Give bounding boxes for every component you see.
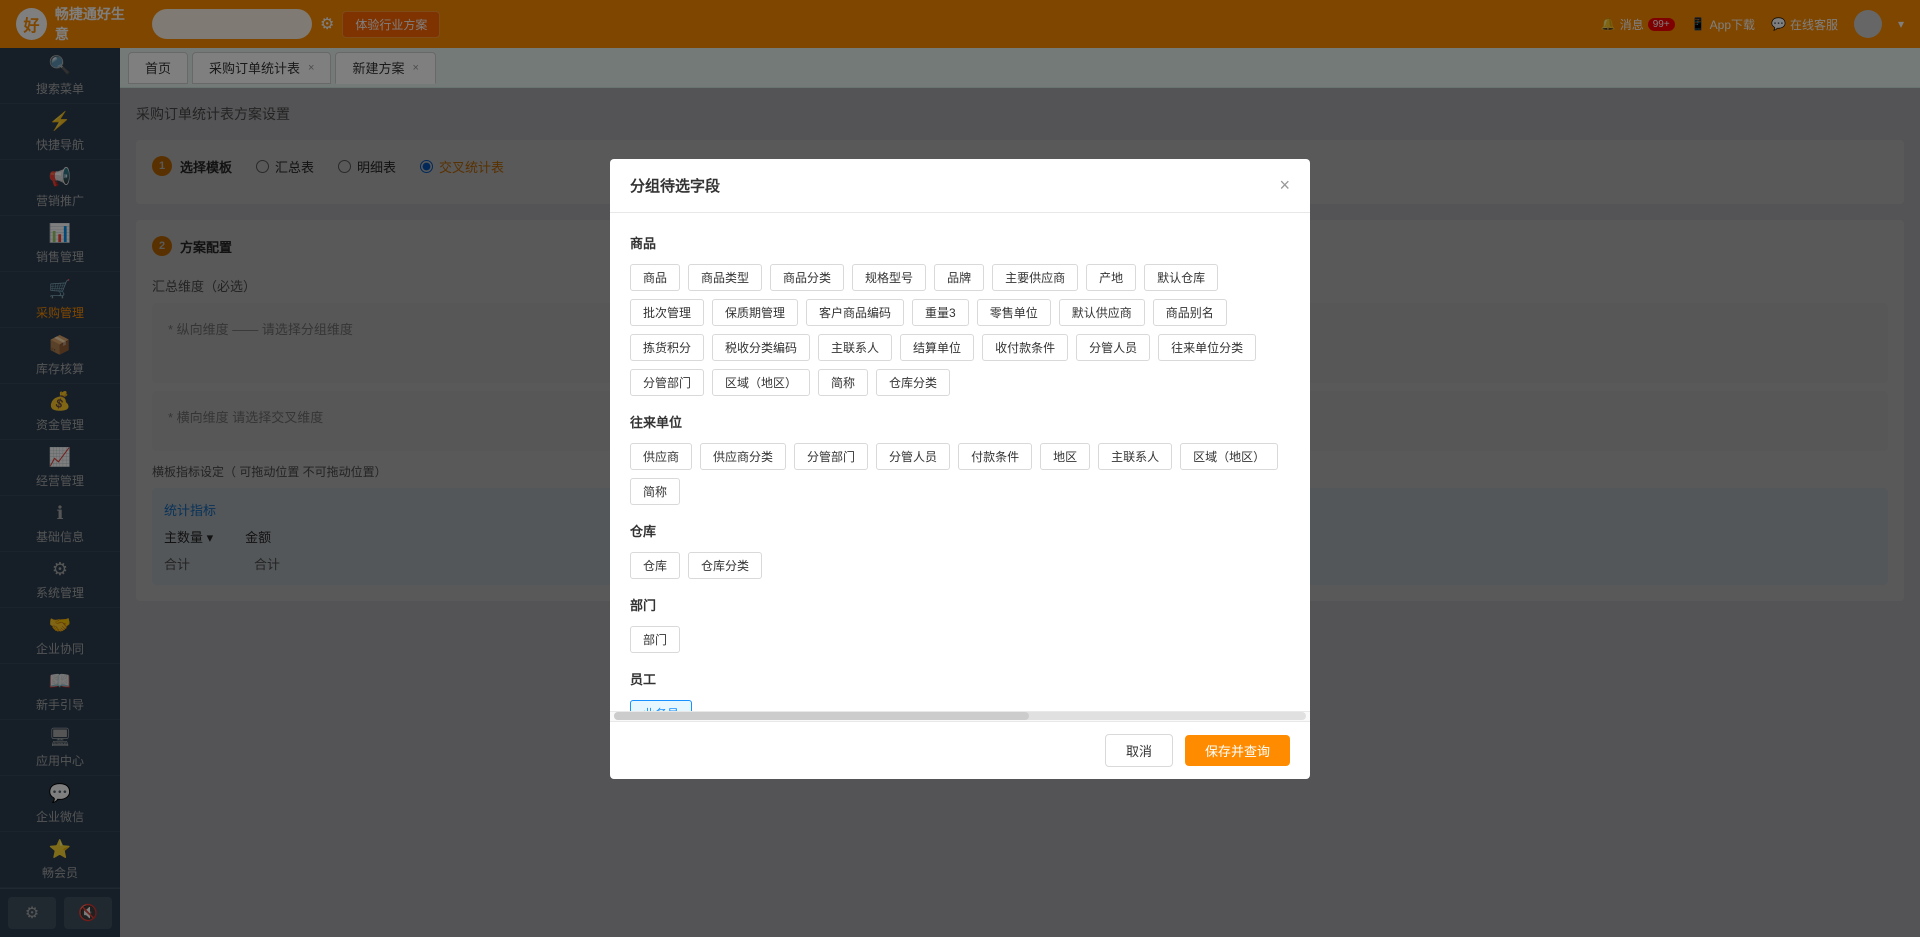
field-dept[interactable]: 部门 [630,626,680,653]
field-default-supplier[interactable]: 默认供应商 [1059,299,1145,326]
field-region2[interactable]: 区域（地区） [1180,443,1278,470]
horizontal-scrollbar[interactable] [614,712,1306,720]
modal: 分组待选字段 × 商品 商品 商品类型 商品分类 规格型号 品牌 主要供应商 产… [610,159,1310,779]
modal-overlay: 分组待选字段 × 商品 商品 商品类型 商品分类 规格型号 品牌 主要供应商 产… [0,0,1920,937]
field-brand[interactable]: 品牌 [934,264,984,291]
field-warehouse[interactable]: 仓库 [630,552,680,579]
horizontal-scrollbar-area [610,711,1310,720]
section-title-staff: 员工 [630,669,1290,688]
horizontal-scrollbar-thumb [614,712,1029,720]
field-main-contact2[interactable]: 主联系人 [1098,443,1172,470]
field-product-alias[interactable]: 商品别名 [1153,299,1227,326]
field-tax-code[interactable]: 税收分类编码 [712,334,810,361]
section-title-dept: 部门 [630,595,1290,614]
field-spec-model[interactable]: 规格型号 [852,264,926,291]
field-shelf-life[interactable]: 保质期管理 [712,299,798,326]
confirm-button[interactable]: 保存并查询 [1185,735,1290,766]
field-settlement-unit[interactable]: 结算单位 [900,334,974,361]
section-title-warehouse: 仓库 [630,521,1290,540]
section-title-counterpart: 往来单位 [630,412,1290,431]
modal-body: 商品 商品 商品类型 商品分类 规格型号 品牌 主要供应商 产地 默认仓库 批次… [610,213,1310,712]
product-fields: 商品 商品类型 商品分类 规格型号 品牌 主要供应商 产地 默认仓库 批次管理 … [630,264,1290,396]
field-origin[interactable]: 产地 [1086,264,1136,291]
field-short-name[interactable]: 简称 [818,369,868,396]
field-default-warehouse[interactable]: 默认仓库 [1144,264,1218,291]
field-supervisor[interactable]: 分管人员 [1076,334,1150,361]
field-payment-terms2[interactable]: 付款条件 [958,443,1032,470]
field-region[interactable]: 区域（地区） [712,369,810,396]
section-title-product: 商品 [630,233,1290,252]
field-retail-unit[interactable]: 零售单位 [977,299,1051,326]
field-batch-mgmt[interactable]: 批次管理 [630,299,704,326]
field-main-contact[interactable]: 主联系人 [818,334,892,361]
field-weight[interactable]: 重量3 [912,299,969,326]
field-customer-sku[interactable]: 客户商品编码 [806,299,904,326]
field-pick-score[interactable]: 拣货积分 [630,334,704,361]
field-dept-mgr[interactable]: 分管部门 [630,369,704,396]
field-dept-mgr2[interactable]: 分管部门 [794,443,868,470]
field-warehouse-category[interactable]: 仓库分类 [876,369,950,396]
field-short-name2[interactable]: 简称 [630,478,680,505]
field-supervisor2[interactable]: 分管人员 [876,443,950,470]
field-counterpart-category[interactable]: 往来单位分类 [1158,334,1256,361]
field-product[interactable]: 商品 [630,264,680,291]
field-supplier-category[interactable]: 供应商分类 [700,443,786,470]
modal-footer: 取消 保存并查询 [610,721,1310,779]
cancel-button[interactable]: 取消 [1105,734,1173,767]
field-payment-terms[interactable]: 收付款条件 [982,334,1068,361]
modal-close-button[interactable]: × [1279,175,1290,196]
field-main-supplier[interactable]: 主要供应商 [992,264,1078,291]
counterpart-fields: 供应商 供应商分类 分管部门 分管人员 付款条件 地区 主联系人 区域（地区） … [630,443,1290,505]
field-supplier[interactable]: 供应商 [630,443,692,470]
field-product-category[interactable]: 商品分类 [770,264,844,291]
field-product-type[interactable]: 商品类型 [688,264,762,291]
warehouse-fields: 仓库 仓库分类 [630,552,1290,579]
dept-fields: 部门 [630,626,1290,653]
field-salesperson[interactable]: 业务员 [630,700,692,712]
field-warehouse-cat[interactable]: 仓库分类 [688,552,762,579]
field-area[interactable]: 地区 [1040,443,1090,470]
modal-header: 分组待选字段 × [610,159,1310,213]
modal-title: 分组待选字段 [630,175,720,196]
staff-fields: 业务员 [630,700,1290,712]
